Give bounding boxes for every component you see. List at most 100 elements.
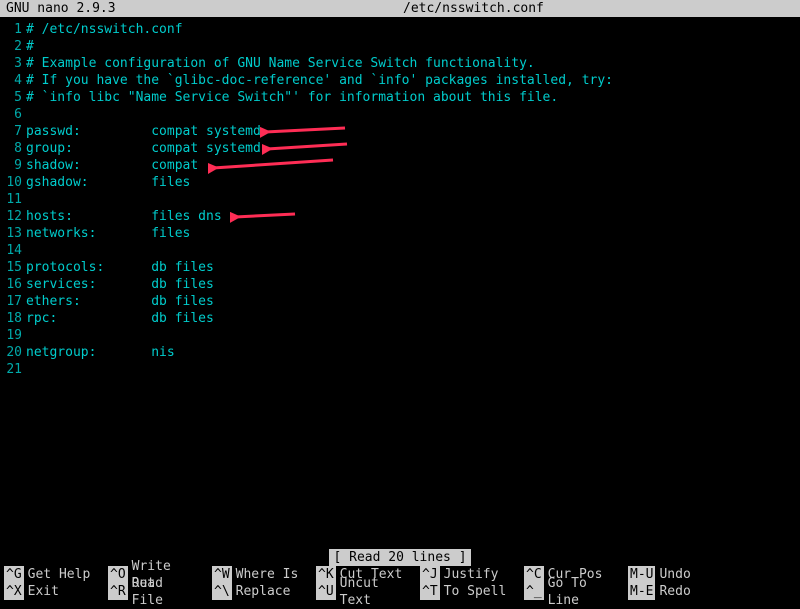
shortcut-key: ^_ [524,583,544,600]
shortcut-item[interactable]: ^TTo Spell [416,583,520,600]
line-number: 11 [0,191,26,208]
line-text: rpc: db files [26,310,214,327]
line-number: 18 [0,310,26,327]
file-line[interactable]: 16services: db files [0,276,800,293]
status-message: [ Read 20 lines ] [329,549,470,566]
file-line[interactable]: 15protocols: db files [0,259,800,276]
shortcut-label: Get Help [28,566,101,583]
shortcut-key: ^T [420,583,440,600]
shortcut-key: ^U [316,583,336,600]
shortcut-label: To Spell [444,583,517,600]
shortcut-key: ^J [420,566,440,583]
file-line[interactable]: 14 [0,242,800,259]
app-title: GNU nano 2.9.3 [0,0,403,17]
shortcut-label: Where Is [236,566,309,583]
line-number: 7 [0,123,26,140]
shortcut-label: Exit [28,583,69,600]
file-line[interactable]: 13networks: files [0,225,800,242]
line-number: 10 [0,174,26,191]
shortcut-item[interactable]: M-ERedo [624,583,718,600]
shortcut-item[interactable]: ^RRead File [104,583,208,600]
line-number: 21 [0,361,26,378]
line-number: 8 [0,140,26,157]
line-number: 2 [0,38,26,55]
shortcut-key: M-E [628,583,655,600]
shortcut-item[interactable]: ^\Replace [208,583,312,600]
line-number: 17 [0,293,26,310]
shortcut-key: ^R [108,583,128,600]
file-line[interactable]: 8group: compat systemd [0,140,800,157]
file-line[interactable]: 20netgroup: nis [0,344,800,361]
annotation-arrow-icon [260,120,350,140]
line-number: 19 [0,327,26,344]
line-text: # Example configuration of GNU Name Serv… [26,55,535,72]
shortcut-key: ^\ [212,583,232,600]
shortcut-item[interactable]: ^_Go To Line [520,583,624,600]
line-text: # `info libc "Name Service Switch"' for … [26,89,558,106]
line-number: 6 [0,106,26,123]
line-number: 13 [0,225,26,242]
line-number: 5 [0,89,26,106]
file-line[interactable]: 18rpc: db files [0,310,800,327]
line-number: 9 [0,157,26,174]
file-line[interactable]: 11 [0,191,800,208]
file-line[interactable]: 10gshadow: files [0,174,800,191]
file-path: /etc/nsswitch.conf [403,0,800,17]
line-number: 1 [0,21,26,38]
file-line[interactable]: 4# If you have the `glibc-doc-reference'… [0,72,800,89]
shortcut-item[interactable]: ^JJustify [416,566,520,583]
line-text: hosts: files dns [26,208,222,225]
line-text: # If you have the `glibc-doc-reference' … [26,72,613,89]
shortcut-item[interactable]: ^XExit [0,583,104,600]
shortcut-key: ^G [4,566,24,583]
file-line[interactable]: 6 [0,106,800,123]
annotation-arrow-icon [262,138,352,158]
line-number: 4 [0,72,26,89]
file-line[interactable]: 7passwd: compat systemd [0,123,800,140]
shortcut-label: Read File [132,575,208,609]
file-line[interactable]: 21 [0,361,800,378]
file-line[interactable]: 3# Example configuration of GNU Name Ser… [0,55,800,72]
file-line[interactable]: 17ethers: db files [0,293,800,310]
file-line[interactable]: 19 [0,327,800,344]
line-text: networks: files [26,225,190,242]
line-number: 16 [0,276,26,293]
shortcut-label: Go To Line [548,575,624,609]
shortcut-item[interactable]: ^WWhere Is [208,566,312,583]
line-number: 3 [0,55,26,72]
line-text: protocols: db files [26,259,214,276]
shortcut-key: M-U [628,566,655,583]
file-line[interactable]: 12hosts: files dns [0,208,800,225]
line-text: group: compat systemd [26,140,261,157]
file-line[interactable]: 2# [0,38,800,55]
annotation-arrow-icon [208,156,338,176]
line-text: services: db files [26,276,214,293]
shortcut-key: ^O [108,566,128,583]
shortcut-label: Justify [444,566,509,583]
shortcut-item[interactable]: ^GGet Help [0,566,104,583]
shortcut-key: ^C [524,566,544,583]
file-line[interactable]: 5# `info libc "Name Service Switch"' for… [0,89,800,106]
shortcut-item[interactable]: ^UUncut Text [312,583,416,600]
line-number: 14 [0,242,26,259]
shortcut-label: Undo [659,566,700,583]
line-text: # /etc/nsswitch.conf [26,21,183,38]
shortcut-key: ^W [212,566,232,583]
title-bar: GNU nano 2.9.3 /etc/nsswitch.conf [0,0,800,17]
shortcut-key: ^K [316,566,336,583]
shortcut-key: ^X [4,583,24,600]
line-text: # [26,38,34,55]
line-text: shadow: compat [26,157,198,174]
line-text: passwd: compat systemd [26,123,261,140]
shortcut-bar: ^GGet Help^OWrite Out^WWhere Is^KCut Tex… [0,566,800,600]
shortcut-label: Replace [236,583,301,600]
line-number: 20 [0,344,26,361]
line-text: ethers: db files [26,293,214,310]
file-line[interactable]: 9shadow: compat [0,157,800,174]
line-text: netgroup: nis [26,344,175,361]
shortcut-item[interactable]: M-UUndo [624,566,718,583]
file-line[interactable]: 1# /etc/nsswitch.conf [0,21,800,38]
shortcut-label: Redo [659,583,700,600]
shortcut-label: Uncut Text [340,575,416,609]
editor-area[interactable]: 1# /etc/nsswitch.conf2#3# Example config… [0,17,800,378]
